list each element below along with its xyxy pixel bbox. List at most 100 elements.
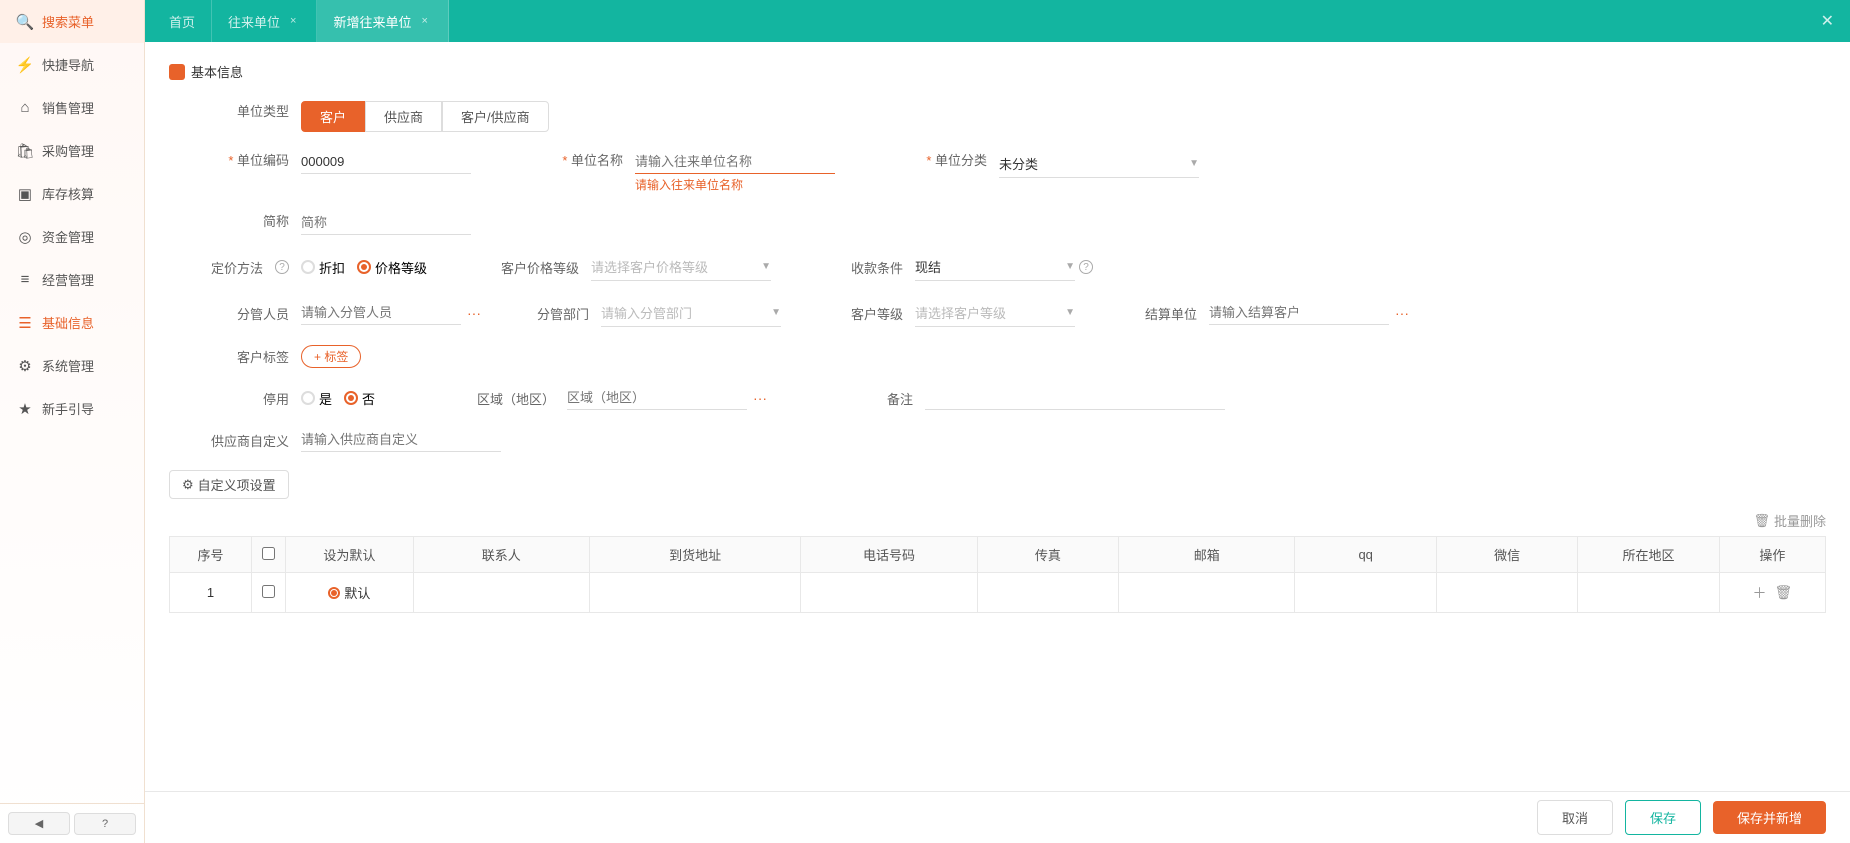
code-name-row: 单位编码 单位名称 请输入往来单位名称 单位分类 xyxy=(169,150,1826,193)
tab-new-partner-close[interactable]: × xyxy=(417,14,431,29)
category-dropdown[interactable]: 未分类 ▼ xyxy=(999,150,1199,178)
manager-more-btn[interactable]: ··· xyxy=(461,303,487,323)
sidebar-item-sales[interactable]: ⌂ 销售管理 xyxy=(0,86,144,129)
pricing-price-level[interactable]: 价格等级 xyxy=(357,258,427,277)
customer-price-label: 客户价格等级 xyxy=(501,258,579,277)
section-header: 基本信息 xyxy=(169,62,1826,81)
tab-home[interactable]: 首页 xyxy=(153,0,212,42)
row-wechat[interactable] xyxy=(1436,573,1577,613)
payment-value: 现结 xyxy=(915,257,1061,276)
name-input[interactable] xyxy=(635,150,835,174)
tab-partners[interactable]: 往来单位 × xyxy=(212,0,317,42)
disable-yes-label: 是 xyxy=(319,389,332,408)
sidebar-item-basic[interactable]: ☰ 基础信息 xyxy=(0,301,144,344)
short-name-row: 简称 xyxy=(169,211,1826,235)
pricing-label: 定价方法 xyxy=(211,258,263,277)
col-fax: 传真 xyxy=(977,537,1118,573)
batch-delete-btn[interactable]: 🗑 批量删除 xyxy=(1753,511,1826,530)
row-check[interactable] xyxy=(252,573,286,613)
customer-price-dropdown[interactable]: 请选择客户价格等级 ▼ xyxy=(591,253,771,281)
supplier-custom-row: 供应商自定义 xyxy=(169,428,1826,452)
custom-settings-btn[interactable]: ⚙ 自定义项设置 xyxy=(169,470,289,499)
customer-level-arrow: ▼ xyxy=(1065,307,1075,318)
address-input[interactable] xyxy=(645,581,745,604)
row-email[interactable] xyxy=(1119,573,1295,613)
sidebar-item-operation[interactable]: ≡ 经营管理 xyxy=(0,258,144,301)
sidebar-item-nav[interactable]: ⚡ 快捷导航 xyxy=(0,43,144,86)
sidebar-item-label: 新手引导 xyxy=(42,399,94,418)
sidebar-collapse-btn[interactable]: ◀ xyxy=(8,812,70,835)
global-close-btn[interactable]: ✕ xyxy=(1813,7,1842,35)
col-check[interactable] xyxy=(252,537,286,573)
col-address: 到货地址 xyxy=(589,537,800,573)
customer-price-placeholder: 请选择客户价格等级 xyxy=(591,257,757,276)
row-qq[interactable] xyxy=(1295,573,1436,613)
supplier-custom-label: 供应商自定义 xyxy=(211,431,289,450)
fax-input[interactable] xyxy=(1018,581,1078,604)
dept-placeholder: 请输入分管部门 xyxy=(601,303,767,322)
sidebar-help-btn[interactable]: ? xyxy=(74,813,136,835)
row-contact[interactable] xyxy=(413,573,589,613)
region-table-input[interactable] xyxy=(1619,581,1679,604)
short-name-input[interactable] xyxy=(301,211,471,235)
select-all-checkbox[interactable] xyxy=(262,547,275,560)
save-new-button[interactable]: 保存并新增 xyxy=(1713,801,1826,834)
row-region[interactable] xyxy=(1578,573,1719,613)
tab-home-label: 首页 xyxy=(169,12,195,31)
section-title: 基本信息 xyxy=(191,62,243,81)
settlement-more-btn[interactable]: ··· xyxy=(1389,303,1415,323)
tab-partners-close[interactable]: × xyxy=(286,14,300,29)
remark-input[interactable] xyxy=(925,386,1225,410)
sidebar-item-finance[interactable]: ◎ 资金管理 xyxy=(0,215,144,258)
default-radio[interactable] xyxy=(328,587,340,599)
main-area: 首页 往来单位 × 新增往来单位 × ✕ 基本信息 单位类型 xyxy=(145,0,1850,843)
settlement-label: 结算单位 xyxy=(1145,304,1197,323)
row-phone[interactable] xyxy=(801,573,977,613)
save-button[interactable]: 保存 xyxy=(1625,800,1701,835)
payment-help-icon[interactable]: ? xyxy=(1079,260,1093,274)
sidebar-item-search[interactable]: 🔍 搜索菜单 xyxy=(0,0,144,43)
disable-no-radio xyxy=(344,391,358,405)
payment-dropdown[interactable]: 现结 ▼ xyxy=(915,253,1075,281)
manager-input[interactable] xyxy=(301,301,461,325)
code-input[interactable] xyxy=(301,150,471,174)
supplier-custom-input[interactable] xyxy=(301,428,501,452)
tag-add-btn[interactable]: + 标签 xyxy=(301,345,361,368)
sidebar-item-guide[interactable]: ★ 新手引导 xyxy=(0,387,144,430)
add-row-icon[interactable]: ＋ xyxy=(1752,583,1766,603)
list-icon: ☰ xyxy=(16,314,34,332)
disable-yes-radio xyxy=(301,391,315,405)
sidebar-item-label: 基础信息 xyxy=(42,313,94,332)
unit-type-customer[interactable]: 客户 xyxy=(301,101,365,132)
tab-new-partner-label: 新增往来单位 xyxy=(333,12,411,31)
pricing-help-icon[interactable]: ? xyxy=(275,260,289,274)
dept-dropdown[interactable]: 请输入分管部门 ▼ xyxy=(601,299,781,327)
sidebar-item-system[interactable]: ⚙ 系统管理 xyxy=(0,344,144,387)
wechat-input[interactable] xyxy=(1477,581,1537,604)
sidebar-item-inventory[interactable]: ▣ 库存核算 xyxy=(0,172,144,215)
lightning-icon: ⚡ xyxy=(16,56,34,74)
settlement-input[interactable] xyxy=(1209,301,1389,325)
region-more-btn[interactable]: ··· xyxy=(747,388,773,408)
row-checkbox[interactable] xyxy=(262,585,275,598)
phone-input[interactable] xyxy=(849,581,929,604)
tab-new-partner[interactable]: 新增往来单位 × xyxy=(317,0,448,42)
disable-no[interactable]: 否 xyxy=(344,389,375,408)
sidebar-item-purchase[interactable]: 🛍 采购管理 xyxy=(0,129,144,172)
pricing-discount[interactable]: 折扣 xyxy=(301,258,345,277)
region-input[interactable] xyxy=(567,386,747,410)
custom-settings-label: 自定义项设置 xyxy=(198,475,276,494)
contact-input[interactable] xyxy=(461,581,541,604)
disable-yes[interactable]: 是 xyxy=(301,389,332,408)
unit-type-supplier[interactable]: 供应商 xyxy=(365,101,442,132)
customer-level-dropdown[interactable]: 请选择客户等级 ▼ xyxy=(915,299,1075,327)
discount-label: 折扣 xyxy=(319,258,345,277)
row-fax[interactable] xyxy=(977,573,1118,613)
unit-type-both[interactable]: 客户/供应商 xyxy=(442,101,549,132)
row-address[interactable] xyxy=(589,573,800,613)
email-input[interactable] xyxy=(1167,581,1247,604)
qq-input[interactable] xyxy=(1336,581,1396,604)
delete-row-icon[interactable]: 🗑 xyxy=(1774,584,1792,601)
cancel-button[interactable]: 取消 xyxy=(1537,800,1613,835)
code-label: 单位编码 xyxy=(228,150,289,169)
